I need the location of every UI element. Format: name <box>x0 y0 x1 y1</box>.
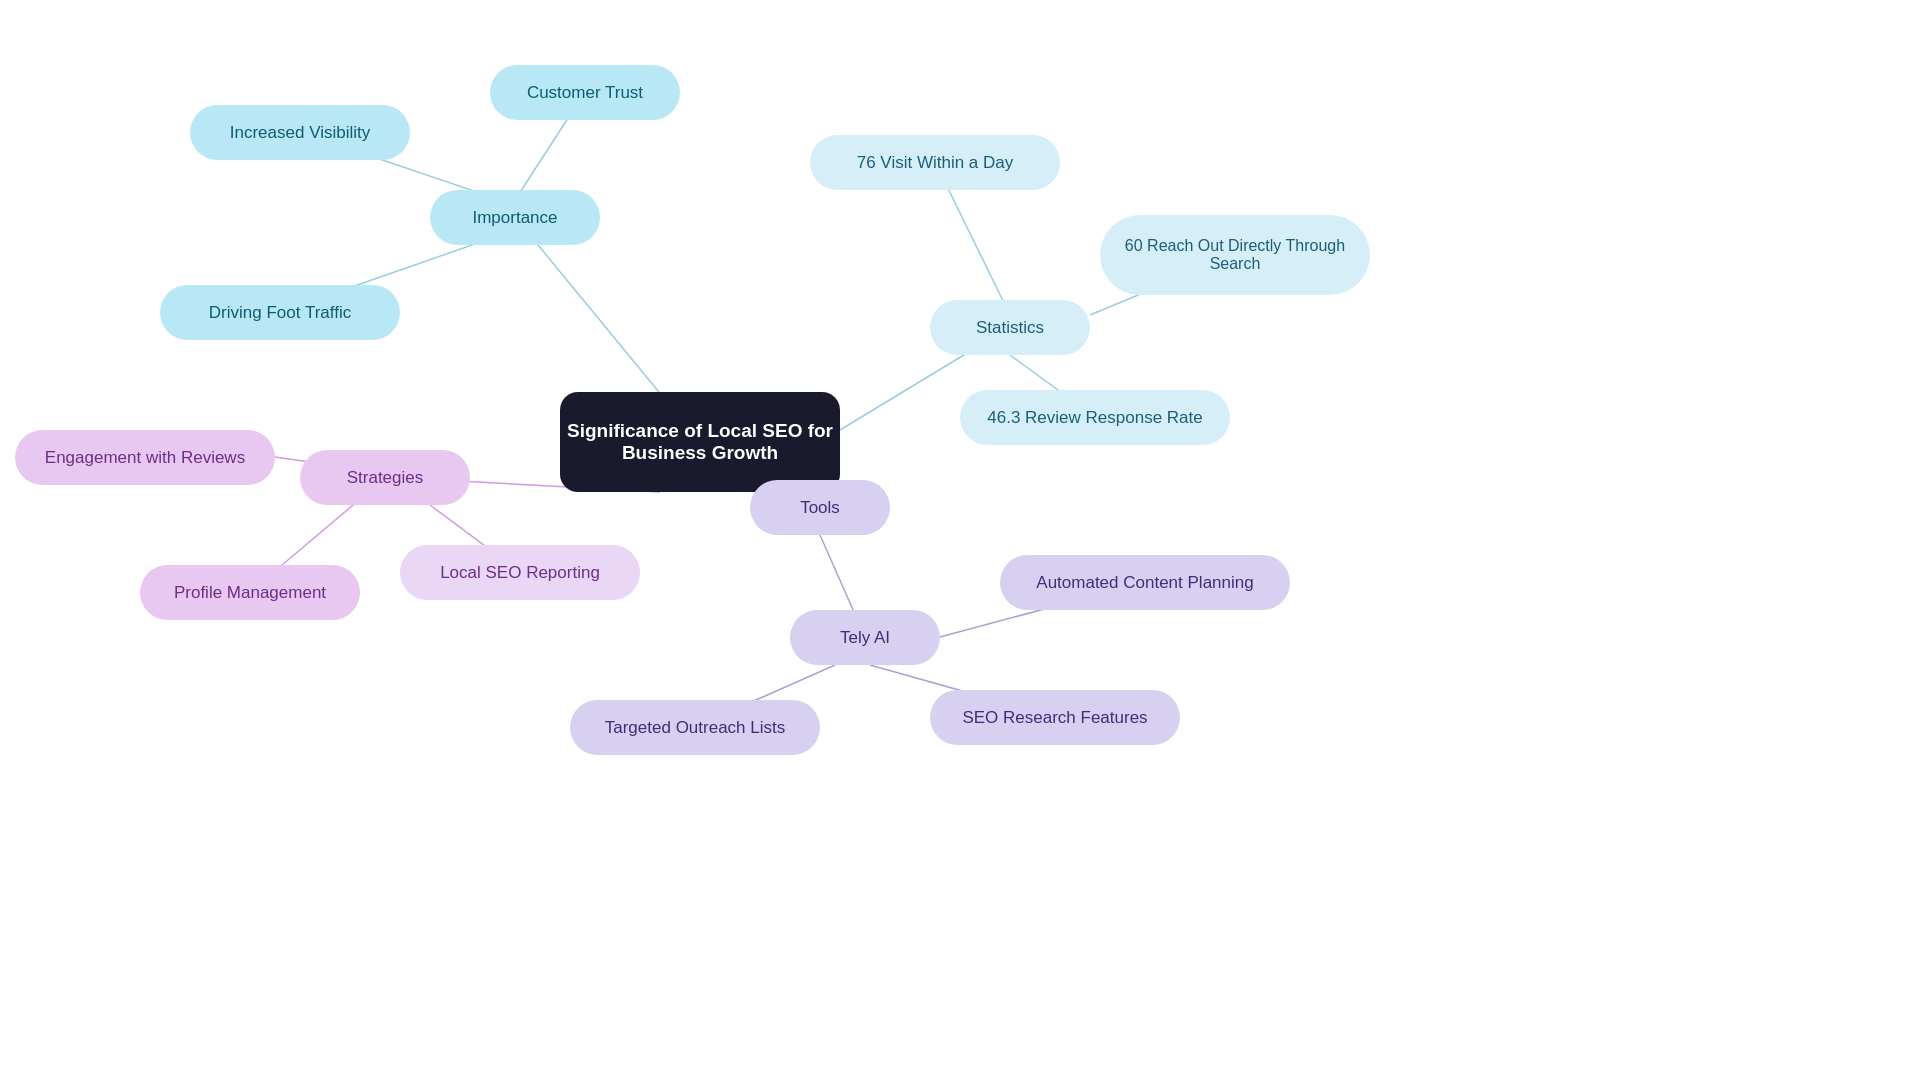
targeted-outreach-node[interactable]: Targeted Outreach Lists <box>570 700 820 755</box>
reach-out-node[interactable]: 60 Reach Out Directly Through Search <box>1100 215 1370 295</box>
seo-research-node[interactable]: SEO Research Features <box>930 690 1180 745</box>
tely-ai-node[interactable]: Tely AI <box>790 610 940 665</box>
visit-within-day-node[interactable]: 76 Visit Within a Day <box>810 135 1060 190</box>
importance-node[interactable]: Importance <box>430 190 600 245</box>
local-seo-reporting-node[interactable]: Local SEO Reporting <box>400 545 640 600</box>
increased-visibility-node[interactable]: Increased Visibility <box>190 105 410 160</box>
statistics-node[interactable]: Statistics <box>930 300 1090 355</box>
customer-trust-node[interactable]: Customer Trust <box>490 65 680 120</box>
driving-foot-traffic-node[interactable]: Driving Foot Traffic <box>160 285 400 340</box>
profile-management-node[interactable]: Profile Management <box>140 565 360 620</box>
center-node[interactable]: Significance of Local SEO for Business G… <box>560 392 840 492</box>
review-response-node[interactable]: 46.3 Review Response Rate <box>960 390 1230 445</box>
mindmap-container: Significance of Local SEO for Business G… <box>0 0 1920 1083</box>
strategies-node[interactable]: Strategies <box>300 450 470 505</box>
tools-node[interactable]: Tools <box>750 480 890 535</box>
engagement-reviews-node[interactable]: Engagement with Reviews <box>15 430 275 485</box>
automated-content-node[interactable]: Automated Content Planning <box>1000 555 1290 610</box>
